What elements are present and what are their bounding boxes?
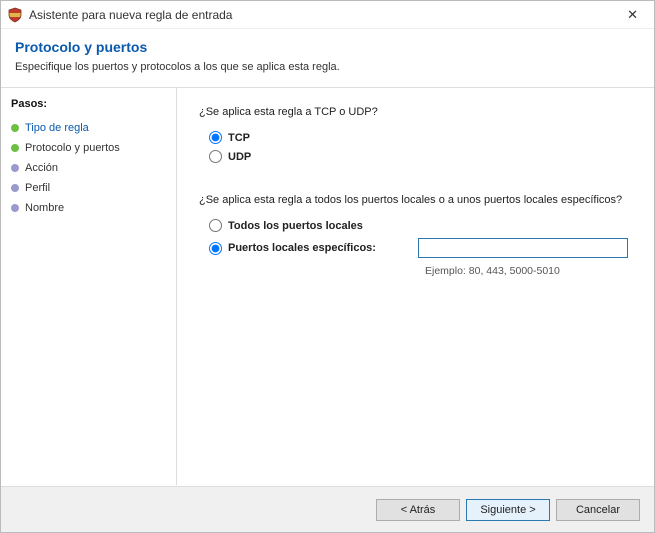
step-nombre[interactable]: Nombre — [11, 198, 166, 218]
step-label: Nombre — [25, 202, 64, 214]
step-label: Perfil — [25, 182, 50, 194]
radio-all-ports-label: Todos los puertos locales — [228, 220, 363, 232]
step-protocolo-y-puertos[interactable]: Protocolo y puertos — [11, 138, 166, 158]
radio-tcp[interactable] — [209, 131, 222, 144]
step-accion[interactable]: Acción — [11, 158, 166, 178]
step-bullet-icon — [11, 124, 19, 132]
step-label: Tipo de regla — [25, 122, 89, 134]
close-icon[interactable]: ✕ — [617, 5, 648, 25]
step-bullet-icon — [11, 184, 19, 192]
radio-row-specific-ports[interactable]: Puertos locales específicos: — [209, 235, 632, 261]
radio-udp-label: UDP — [228, 151, 251, 163]
step-label: Acción — [25, 162, 58, 174]
titlebar: Asistente para nueva regla de entrada ✕ — [1, 1, 654, 29]
radio-tcp-label: TCP — [228, 132, 250, 144]
specific-ports-input[interactable] — [418, 238, 628, 258]
wizard-footer: < Atrás Siguiente > Cancelar — [1, 486, 654, 532]
radio-row-tcp[interactable]: TCP — [209, 128, 632, 147]
steps-sidebar: Pasos: Tipo de regla Protocolo y puertos… — [1, 88, 176, 485]
ports-example-label: Ejemplo: 80, 443, 5000-5010 — [425, 265, 632, 277]
step-label: Protocolo y puertos — [25, 142, 120, 154]
radio-all-ports[interactable] — [209, 219, 222, 232]
radio-udp[interactable] — [209, 150, 222, 163]
protocol-question: ¿Se aplica esta regla a TCP o UDP? — [199, 106, 632, 118]
page-title: Protocolo y puertos — [15, 39, 640, 55]
radio-row-all-ports[interactable]: Todos los puertos locales — [209, 216, 632, 235]
step-bullet-icon — [11, 144, 19, 152]
wizard-header: Protocolo y puertos Especifique los puer… — [1, 29, 654, 88]
firewall-shield-icon — [7, 7, 23, 23]
back-button[interactable]: < Atrás — [376, 499, 460, 521]
wizard-body: Pasos: Tipo de regla Protocolo y puertos… — [1, 88, 654, 485]
steps-list: Tipo de regla Protocolo y puertos Acción… — [11, 118, 166, 218]
step-perfil[interactable]: Perfil — [11, 178, 166, 198]
next-button[interactable]: Siguiente > — [466, 499, 550, 521]
steps-title: Pasos: — [11, 98, 166, 110]
window-title: Asistente para nueva regla de entrada — [29, 8, 617, 22]
step-tipo-de-regla[interactable]: Tipo de regla — [11, 118, 166, 138]
cancel-button[interactable]: Cancelar — [556, 499, 640, 521]
protocol-radio-group: TCP UDP — [209, 128, 632, 166]
ports-question: ¿Se aplica esta regla a todos los puerto… — [199, 194, 632, 206]
step-bullet-icon — [11, 164, 19, 172]
radio-specific-ports-label: Puertos locales específicos: — [228, 242, 398, 254]
ports-radio-group: Todos los puertos locales Puertos locale… — [209, 216, 632, 277]
radio-row-udp[interactable]: UDP — [209, 147, 632, 166]
page-subtitle: Especifique los puertos y protocolos a l… — [15, 61, 640, 73]
step-bullet-icon — [11, 204, 19, 212]
main-panel: ¿Se aplica esta regla a TCP o UDP? TCP U… — [177, 88, 654, 485]
radio-specific-ports[interactable] — [209, 242, 222, 255]
